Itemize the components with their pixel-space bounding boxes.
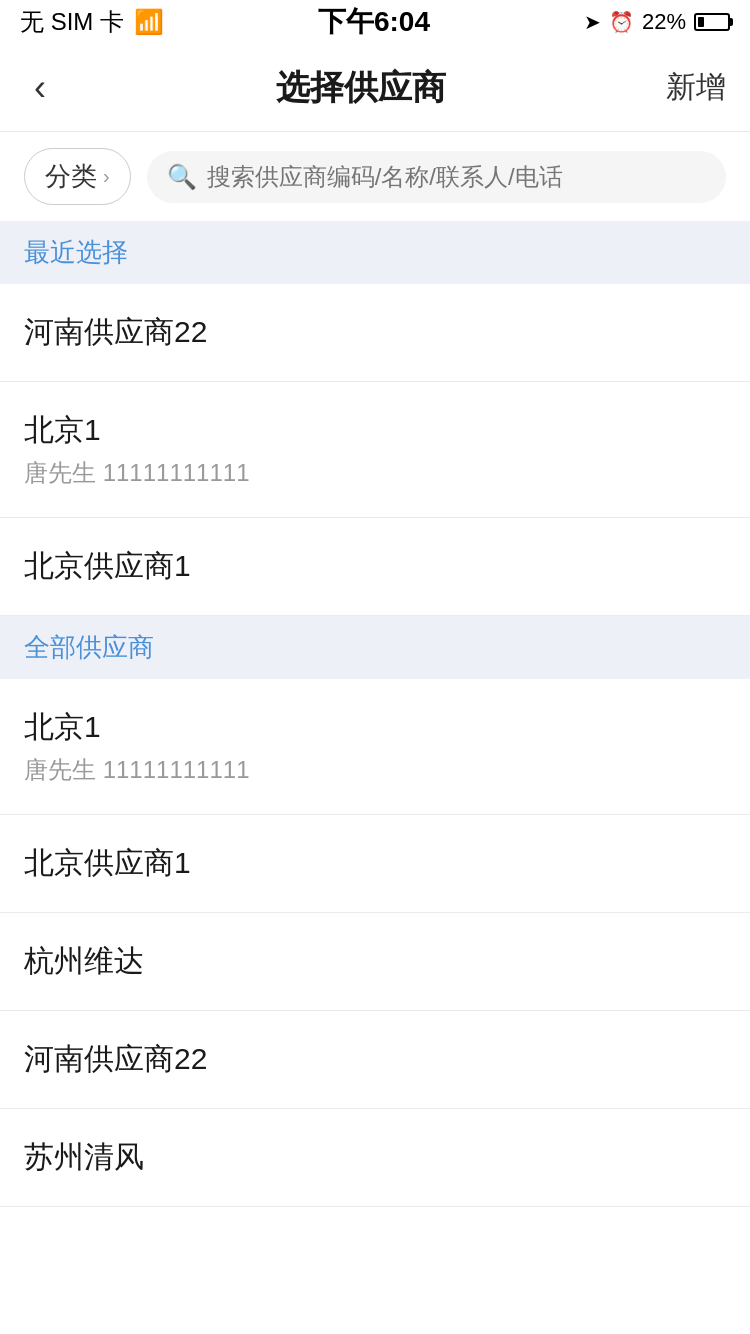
category-label: 分类: [45, 159, 97, 194]
list-item[interactable]: 苏州清风: [0, 1109, 750, 1207]
search-input-wrap[interactable]: 🔍: [147, 151, 726, 203]
list-item[interactable]: 北京供应商1: [0, 518, 750, 616]
battery-percent: 22%: [642, 9, 686, 35]
nav-bar: ‹ 选择供应商 新增: [0, 44, 750, 132]
item-name: 北京1: [24, 707, 726, 748]
battery-icon: [694, 13, 730, 31]
list-item[interactable]: 河南供应商22: [0, 1011, 750, 1109]
search-bar: 分类 › 🔍: [0, 132, 750, 221]
search-input[interactable]: [207, 163, 706, 191]
back-button[interactable]: ‹: [24, 57, 56, 119]
category-button[interactable]: 分类 ›: [24, 148, 131, 205]
all-section-label: 全部供应商: [24, 632, 154, 662]
status-right: ➤ ⏰ 22%: [584, 9, 730, 35]
list-item[interactable]: 河南供应商22: [0, 284, 750, 382]
wifi-icon: 📶: [134, 8, 164, 36]
item-name: 北京1: [24, 410, 726, 451]
item-name: 杭州维达: [24, 941, 726, 982]
list-item[interactable]: 杭州维达: [0, 913, 750, 1011]
page-title: 选择供应商: [276, 65, 446, 111]
item-detail: 唐先生 11111111111: [24, 754, 726, 786]
search-icon: 🔍: [167, 163, 197, 191]
alarm-icon: ⏰: [609, 10, 634, 34]
battery-fill: [698, 17, 704, 27]
status-bar: 无 SIM 卡 📶 下午6:04 ➤ ⏰ 22%: [0, 0, 750, 44]
all-section-header: 全部供应商: [0, 616, 750, 679]
add-new-button[interactable]: 新增: [666, 67, 726, 108]
recent-section-label: 最近选择: [24, 237, 128, 267]
item-name: 北京供应商1: [24, 546, 726, 587]
list-item[interactable]: 北京1 唐先生 11111111111: [0, 679, 750, 815]
recent-items-list: 河南供应商22 北京1 唐先生 11111111111 北京供应商1: [0, 284, 750, 616]
location-icon: ➤: [584, 10, 601, 34]
item-name: 河南供应商22: [24, 312, 726, 353]
recent-section-header: 最近选择: [0, 221, 750, 284]
chevron-right-icon: ›: [103, 165, 110, 188]
list-item[interactable]: 北京供应商1: [0, 815, 750, 913]
item-name: 北京供应商1: [24, 843, 726, 884]
status-left: 无 SIM 卡 📶: [20, 6, 164, 38]
item-detail: 唐先生 11111111111: [24, 457, 726, 489]
status-time: 下午6:04: [318, 3, 430, 41]
no-sim-text: 无 SIM 卡: [20, 6, 124, 38]
item-name: 河南供应商22: [24, 1039, 726, 1080]
battery-icon-container: [694, 13, 730, 31]
list-item[interactable]: 北京1 唐先生 11111111111: [0, 382, 750, 518]
all-items-list: 北京1 唐先生 11111111111 北京供应商1 杭州维达河南供应商22 苏州清…: [0, 679, 750, 1207]
item-name: 苏州清风: [24, 1137, 726, 1178]
